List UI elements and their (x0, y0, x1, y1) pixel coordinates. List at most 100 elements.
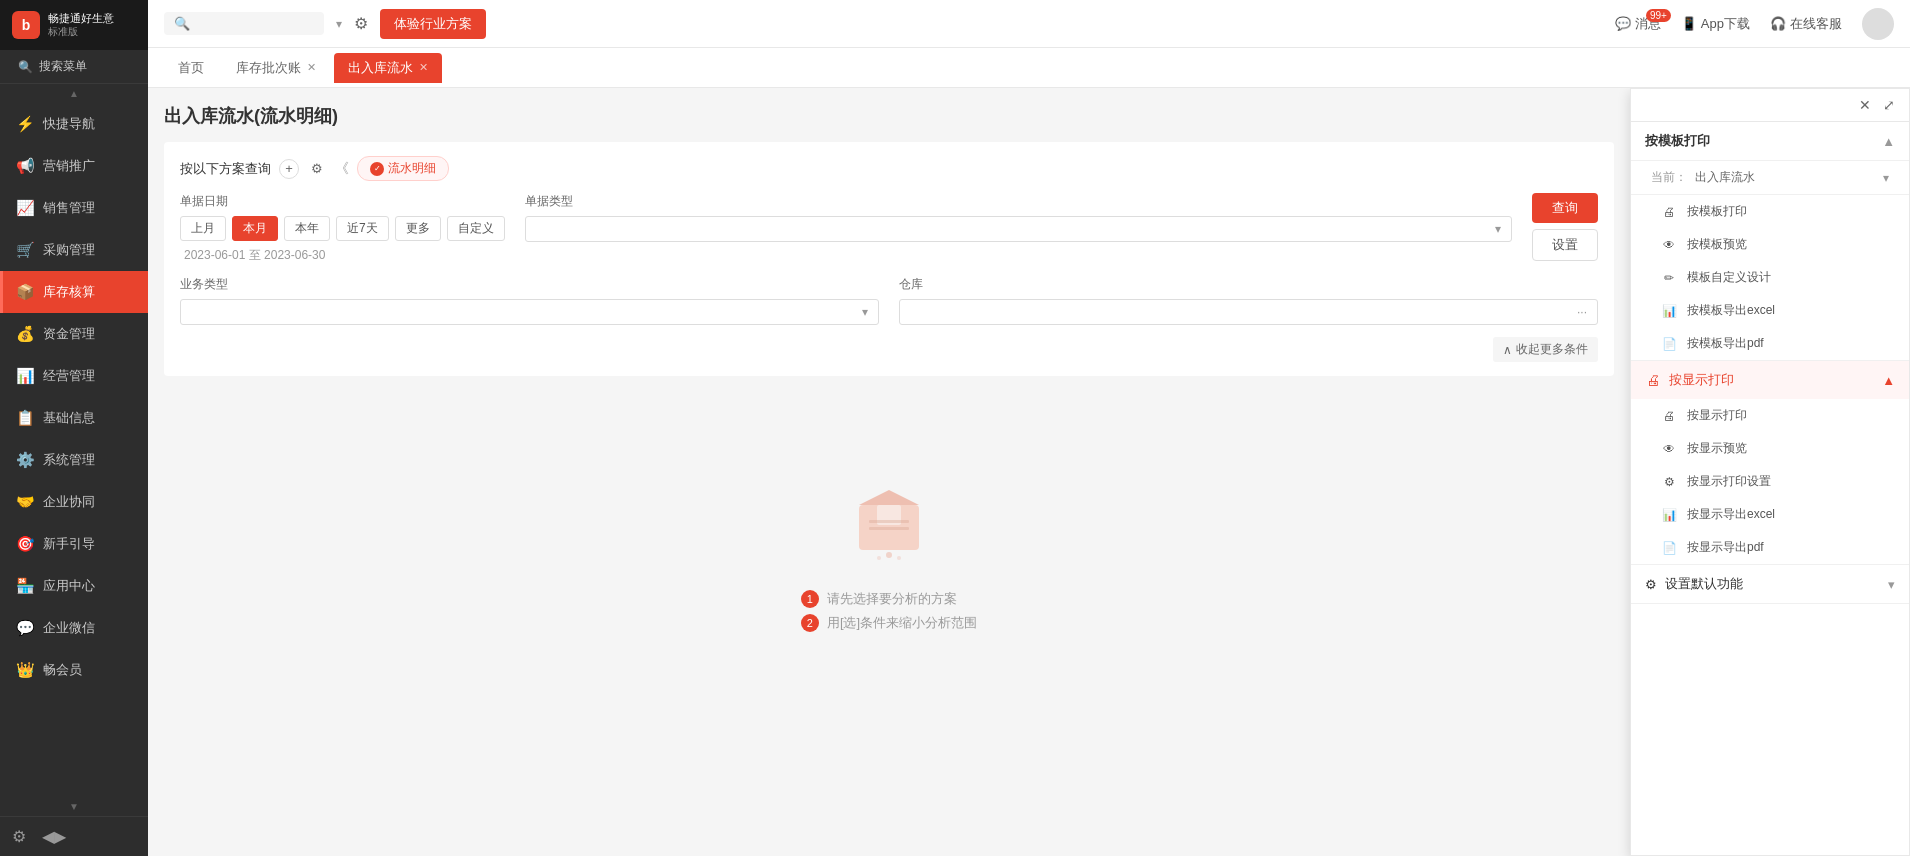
display-excel-item[interactable]: 📊 按显示导出excel (1631, 498, 1909, 531)
display-print-settings-item[interactable]: ⚙ 按显示打印设置 (1631, 465, 1909, 498)
sidebar-item-finance[interactable]: 💰 资金管理 (0, 313, 148, 355)
display-print-chevron: ▲ (1882, 373, 1895, 388)
filter-header: 按以下方案查询 + ⚙ 《 ✓ 流水明细 (180, 156, 1598, 181)
sidebar-item-quick-nav[interactable]: ⚡ 快捷导航 (0, 103, 148, 145)
tab-flow[interactable]: 出入库流水 ✕ (334, 53, 442, 83)
messages-badge: 99+ (1646, 9, 1671, 22)
date-opt-0[interactable]: 上月 (180, 216, 226, 241)
nav-icon-basic: 📋 (15, 408, 35, 428)
topbar-gear-icon[interactable]: ⚙ (354, 14, 368, 33)
nav-label-marketing: 营销推广 (43, 157, 95, 175)
excel-icon: 📊 (1661, 303, 1677, 319)
topbar-search-box[interactable]: 🔍 (164, 12, 324, 35)
sidebar-item-wechat[interactable]: 💬 企业微信 (0, 607, 148, 649)
online-service-btn[interactable]: 🎧 在线客服 (1770, 15, 1842, 33)
maximize-panel-btn[interactable]: ⤢ (1881, 95, 1897, 115)
sidebar-item-app-center[interactable]: 🏪 应用中心 (0, 565, 148, 607)
warehouse-label: 仓库 (899, 276, 1598, 293)
display-print-item[interactable]: 🖨 按显示打印 (1631, 399, 1909, 432)
user-avatar[interactable] (1862, 8, 1894, 40)
empty-tip-1-text: 请先选择要分析的方案 (827, 590, 957, 608)
filter-settings-btn[interactable]: ⚙ (307, 159, 327, 179)
date-opt-3[interactable]: 近7天 (336, 216, 389, 241)
filter-add-btn[interactable]: + (279, 159, 299, 179)
dropdown-current: 当前： 出入库流水 ▾ (1631, 161, 1909, 195)
nav-icon-quick-nav: ⚡ (15, 114, 35, 134)
flow-detail-label: 流水明细 (388, 160, 436, 177)
template-print-item[interactable]: 🖨 按模板打印 (1631, 195, 1909, 228)
doc-type-select[interactable]: ▾ (525, 216, 1512, 242)
disp-preview-icon: 👁 (1661, 441, 1677, 457)
tab-label-home: 首页 (178, 59, 204, 77)
warehouse-select[interactable]: ··· (899, 299, 1598, 325)
current-chevron[interactable]: ▾ (1883, 171, 1889, 185)
nav-icon-marketing: 📢 (15, 156, 35, 176)
tab-batch[interactable]: 库存批次账✕ (222, 53, 330, 83)
sidebar-search[interactable]: 🔍 搜索菜单 (0, 50, 148, 84)
nav-icon-system: ⚙️ (15, 450, 35, 470)
display-print-settings-label: 按显示打印设置 (1687, 473, 1771, 490)
nav-label-operations: 经营管理 (43, 367, 95, 385)
collapse-more-btn[interactable]: ∧ 收起更多条件 (1493, 337, 1598, 362)
filter-date-row: 单据日期 上月本月本年近7天更多自定义 2023-06-01 至 2023-06… (180, 193, 1598, 264)
tab-home[interactable]: 首页 (164, 53, 218, 83)
sidebar-item-marketing[interactable]: 📢 营销推广 (0, 145, 148, 187)
warehouse-more-icon: ··· (1577, 305, 1587, 319)
filter-title: 按以下方案查询 (180, 160, 271, 178)
nav-label-partner: 企业协同 (43, 493, 95, 511)
sidebar-scroll-down[interactable]: ▼ (0, 797, 148, 816)
settings-icon[interactable]: ⚙ (12, 827, 26, 846)
tab-close-flow[interactable]: ✕ (419, 61, 428, 74)
template-design-item[interactable]: ✏ 模板自定义设计 (1631, 261, 1909, 294)
app-logo: b 畅捷通好生意 标准版 (0, 0, 148, 50)
messages-btn[interactable]: 💬 消息 99+ (1615, 15, 1661, 33)
topbar-search-icon: 🔍 (174, 16, 190, 31)
filter-collapse-btn[interactable]: 《 (335, 160, 349, 178)
sidebar-item-operations[interactable]: 📊 经营管理 (0, 355, 148, 397)
display-preview-item[interactable]: 👁 按显示预览 (1631, 432, 1909, 465)
date-opt-4[interactable]: 更多 (395, 216, 441, 241)
sidebar-item-purchase[interactable]: 🛒 采购管理 (0, 229, 148, 271)
tab-label-flow: 出入库流水 (348, 59, 413, 77)
display-pdf-item[interactable]: 📄 按显示导出pdf (1631, 531, 1909, 564)
app-download-btn[interactable]: 📱 App下载 (1681, 15, 1750, 33)
design-icon: ✏ (1661, 270, 1677, 286)
tab-close-batch[interactable]: ✕ (307, 61, 316, 74)
template-preview-item[interactable]: 👁 按模板预览 (1631, 228, 1909, 261)
display-print-header[interactable]: 🖨 按显示打印 ▲ (1631, 361, 1909, 399)
dropdown-chevron-up[interactable]: ▲ (1882, 134, 1895, 149)
filter-biz-group: 业务类型 ▾ (180, 276, 879, 325)
tab-bar: 首页库存批次账✕ 出入库流水 ✕ (148, 48, 1910, 88)
sidebar-item-inventory[interactable]: 📦 库存核算 (0, 271, 148, 313)
sidebar-item-guide[interactable]: 🎯 新手引导 (0, 523, 148, 565)
default-function-item[interactable]: ⚙ 设置默认功能 ▾ (1631, 565, 1909, 604)
date-opt-1[interactable]: 本月 (232, 216, 278, 241)
topbar-chevron-icon[interactable]: ▾ (336, 17, 342, 31)
sidebar-item-system[interactable]: ⚙️ 系统管理 (0, 439, 148, 481)
dropdown-header[interactable]: 按模板打印 ▲ (1631, 122, 1909, 161)
sidebar-item-member[interactable]: 👑 畅会员 (0, 649, 148, 691)
sidebar-item-basic[interactable]: 📋 基础信息 (0, 397, 148, 439)
empty-tip-2-text: 用[选]条件来缩小分析范围 (827, 614, 977, 632)
template-pdf-item[interactable]: 📄 按模板导出pdf (1631, 327, 1909, 360)
sidebar: b 畅捷通好生意 标准版 🔍 搜索菜单 ▲ ⚡ 快捷导航 📢 营销推广 📈 销售… (0, 0, 148, 856)
settings-button[interactable]: 设置 (1532, 229, 1598, 261)
close-panel-btn[interactable]: ✕ (1857, 95, 1873, 115)
online-service-label: 在线客服 (1790, 15, 1842, 33)
date-opt-5[interactable]: 自定义 (447, 216, 505, 241)
query-button[interactable]: 查询 (1532, 193, 1598, 223)
sidebar-item-sales[interactable]: 📈 销售管理 (0, 187, 148, 229)
sidebar-item-partner[interactable]: 🤝 企业协同 (0, 481, 148, 523)
biz-type-select[interactable]: ▾ (180, 299, 879, 325)
collapse-sidebar-icon[interactable]: ◀▶ (42, 827, 66, 846)
nav-icon-guide: 🎯 (15, 534, 35, 554)
topbar-search-input[interactable] (196, 17, 314, 31)
nav-label-quick-nav: 快捷导航 (43, 115, 95, 133)
date-opt-2[interactable]: 本年 (284, 216, 330, 241)
sidebar-scroll-up[interactable]: ▲ (0, 84, 148, 103)
template-excel-item[interactable]: 📊 按模板导出excel (1631, 294, 1909, 327)
filter-doctype-group: 单据类型 ▾ (525, 193, 1512, 242)
industry-btn[interactable]: 体验行业方案 (380, 9, 486, 39)
doc-type-label: 单据类型 (525, 193, 1512, 210)
template-pdf-label: 按模板导出pdf (1687, 335, 1764, 352)
